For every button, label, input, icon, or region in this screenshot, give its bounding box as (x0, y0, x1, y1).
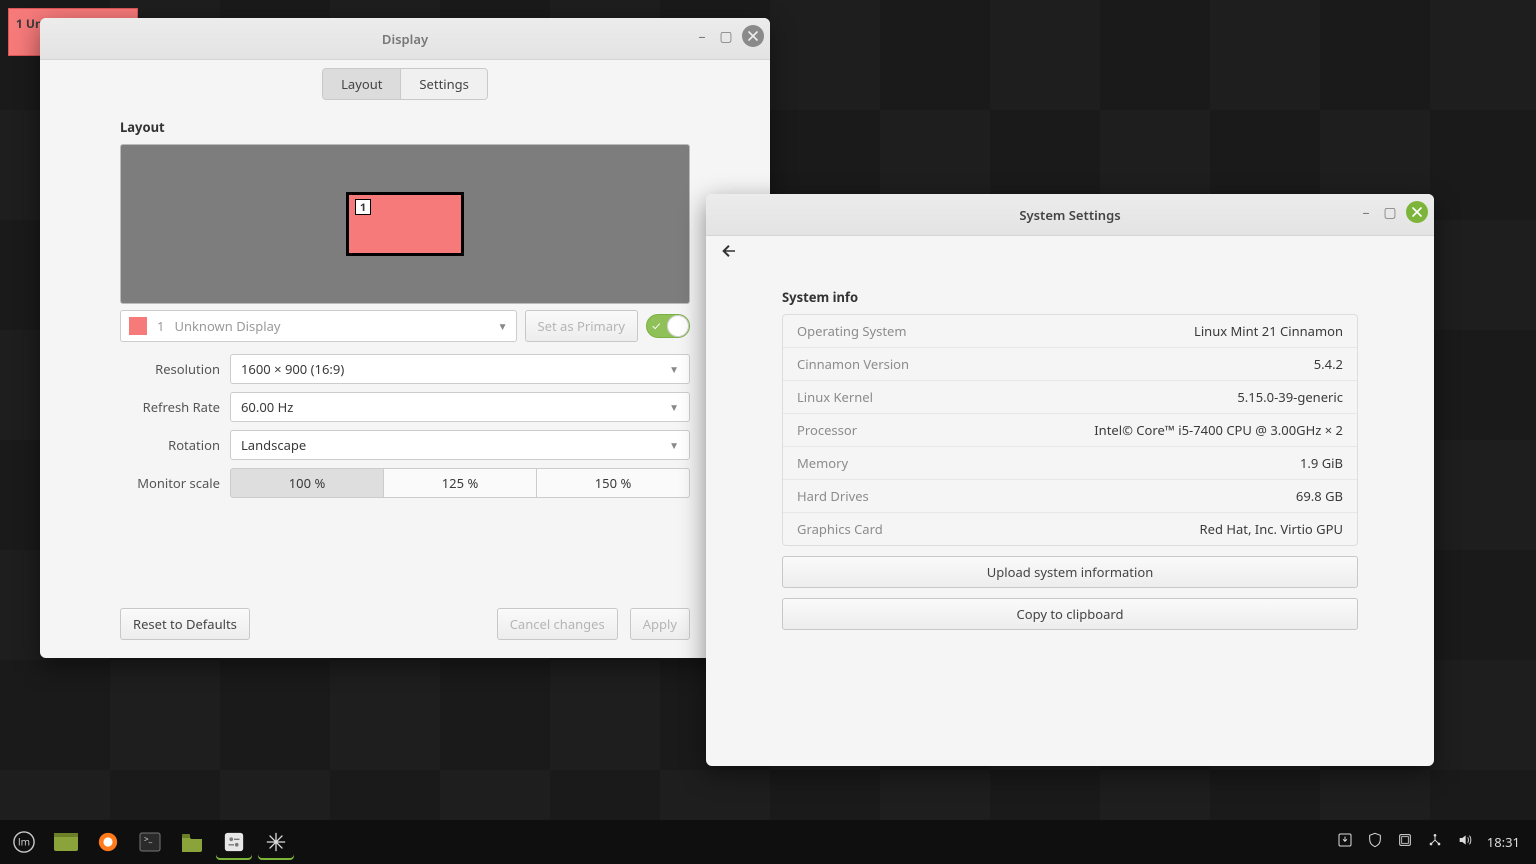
display-title: Display (382, 30, 428, 48)
resolution-label: Resolution (120, 360, 220, 378)
info-row: Cinnamon Version 5.4.2 (783, 347, 1357, 380)
arrow-left-icon (720, 242, 738, 260)
info-value: Linux Mint 21 Cinnamon (1194, 322, 1343, 340)
tray-shield-icon[interactable] (1367, 832, 1383, 853)
info-key: Graphics Card (797, 520, 883, 538)
info-key: Cinnamon Version (797, 355, 909, 373)
scale-option-150[interactable]: 150 % (537, 468, 690, 498)
scale-option-125[interactable]: 125 % (384, 468, 537, 498)
back-button[interactable] (720, 242, 738, 266)
info-row: Graphics Card Red Hat, Inc. Virtio GPU (783, 512, 1357, 545)
info-row: Hard Drives 69.8 GB (783, 479, 1357, 512)
tray-drive-icon[interactable] (1397, 832, 1413, 853)
check-icon: ✓ (652, 317, 660, 334)
reset-to-defaults-button[interactable]: Reset to Defaults (120, 608, 250, 640)
rotation-combo[interactable]: Landscape ▼ (230, 430, 690, 460)
monitor-scale-label: Monitor scale (120, 474, 220, 492)
refresh-rate-combo[interactable]: 60.00 Hz ▼ (230, 392, 690, 422)
info-key: Processor (797, 421, 857, 439)
minimize-button[interactable]: – (694, 28, 710, 44)
display-picker-name: Unknown Display (174, 317, 280, 335)
minimize-button[interactable]: – (1358, 204, 1374, 220)
display-titlebar[interactable]: Display – ▢ (40, 18, 770, 60)
refresh-rate-label: Refresh Rate (120, 398, 220, 416)
monitor-1-box[interactable]: 1 (346, 192, 464, 256)
taskbar-system-settings[interactable] (216, 824, 252, 860)
sysinfo-title: System Settings (1019, 206, 1120, 224)
copy-to-clipboard-button[interactable]: Copy to clipboard (782, 598, 1358, 630)
system-settings-window: System Settings – ▢ System info Operatin… (706, 194, 1434, 766)
close-button[interactable] (742, 25, 764, 47)
svg-text:lm: lm (18, 835, 30, 849)
chevron-down-icon: ▼ (669, 438, 679, 452)
info-value: 69.8 GB (1296, 487, 1343, 505)
tray-updates-icon[interactable] (1337, 832, 1353, 853)
taskbar-files[interactable] (174, 824, 210, 860)
taskbar-terminal[interactable]: >_ (132, 824, 168, 860)
display-window: Display – ▢ Layout Settings Layout 1 1 U… (40, 18, 770, 658)
info-value: Intel© Core™ i5-7400 CPU @ 3.00GHz × 2 (1094, 421, 1343, 439)
info-key: Operating System (797, 322, 907, 340)
tab-settings[interactable]: Settings (400, 69, 486, 99)
monitor-scale-segmented: 100 % 125 % 150 % (230, 468, 690, 498)
info-value: 5.4.2 (1314, 355, 1343, 373)
tray-volume-icon[interactable] (1457, 832, 1473, 853)
info-value: 1.9 GiB (1300, 454, 1343, 472)
info-key: Linux Kernel (797, 388, 873, 406)
display-picker[interactable]: 1 Unknown Display ▼ (120, 310, 517, 342)
scale-option-100[interactable]: 100 % (230, 468, 384, 498)
system-info-table: Operating System Linux Mint 21 Cinnamon Ci… (782, 314, 1358, 546)
chevron-down-icon: ▼ (669, 400, 679, 414)
sysinfo-titlebar[interactable]: System Settings – ▢ (706, 194, 1434, 236)
info-row: Processor Intel© Core™ i5-7400 CPU @ 3.00… (783, 413, 1357, 446)
sysinfo-section-title: System info (782, 288, 1358, 306)
info-row: Memory 1.9 GiB (783, 446, 1357, 479)
system-tray: 18:31 (1337, 832, 1530, 853)
display-tabs: Layout Settings (322, 68, 488, 100)
info-key: Memory (797, 454, 848, 472)
display-color-swatch (129, 317, 147, 335)
rotation-label: Rotation (120, 436, 220, 454)
monitor-arrangement-area[interactable]: 1 (120, 144, 690, 304)
taskbar-display[interactable] (258, 824, 294, 860)
info-key: Hard Drives (797, 487, 869, 505)
apply-button[interactable]: Apply (630, 608, 690, 640)
info-value: Red Hat, Inc. Virtio GPU (1200, 520, 1343, 538)
taskbar: lm >_ 18:31 (0, 820, 1536, 864)
monitor-1-index: 1 (355, 199, 371, 215)
display-enable-toggle[interactable]: ✓ (646, 314, 690, 338)
info-value: 5.15.0-39-generic (1237, 388, 1343, 406)
taskbar-firefox[interactable] (90, 824, 126, 860)
set-as-primary-button[interactable]: Set as Primary (525, 310, 638, 342)
cancel-changes-button[interactable]: Cancel changes (497, 608, 618, 640)
tray-clock[interactable]: 18:31 (1487, 833, 1520, 851)
info-row: Operating System Linux Mint 21 Cinnamon (783, 315, 1357, 347)
info-row: Linux Kernel 5.15.0-39-generic (783, 380, 1357, 413)
tab-layout[interactable]: Layout (323, 69, 400, 99)
show-desktop-button[interactable] (48, 824, 84, 860)
maximize-button[interactable]: ▢ (718, 28, 734, 44)
tray-network-icon[interactable] (1427, 832, 1443, 853)
close-button[interactable] (1406, 201, 1428, 223)
display-picker-number: 1 (157, 317, 164, 335)
chevron-down-icon: ▼ (498, 319, 508, 333)
upload-system-info-button[interactable]: Upload system information (782, 556, 1358, 588)
start-menu-button[interactable]: lm (6, 824, 42, 860)
layout-section-title: Layout (120, 118, 690, 136)
maximize-button[interactable]: ▢ (1382, 204, 1398, 220)
chevron-down-icon: ▼ (669, 362, 679, 376)
resolution-combo[interactable]: 1600 × 900 (16:9) ▼ (230, 354, 690, 384)
svg-text:>_: >_ (144, 834, 153, 845)
